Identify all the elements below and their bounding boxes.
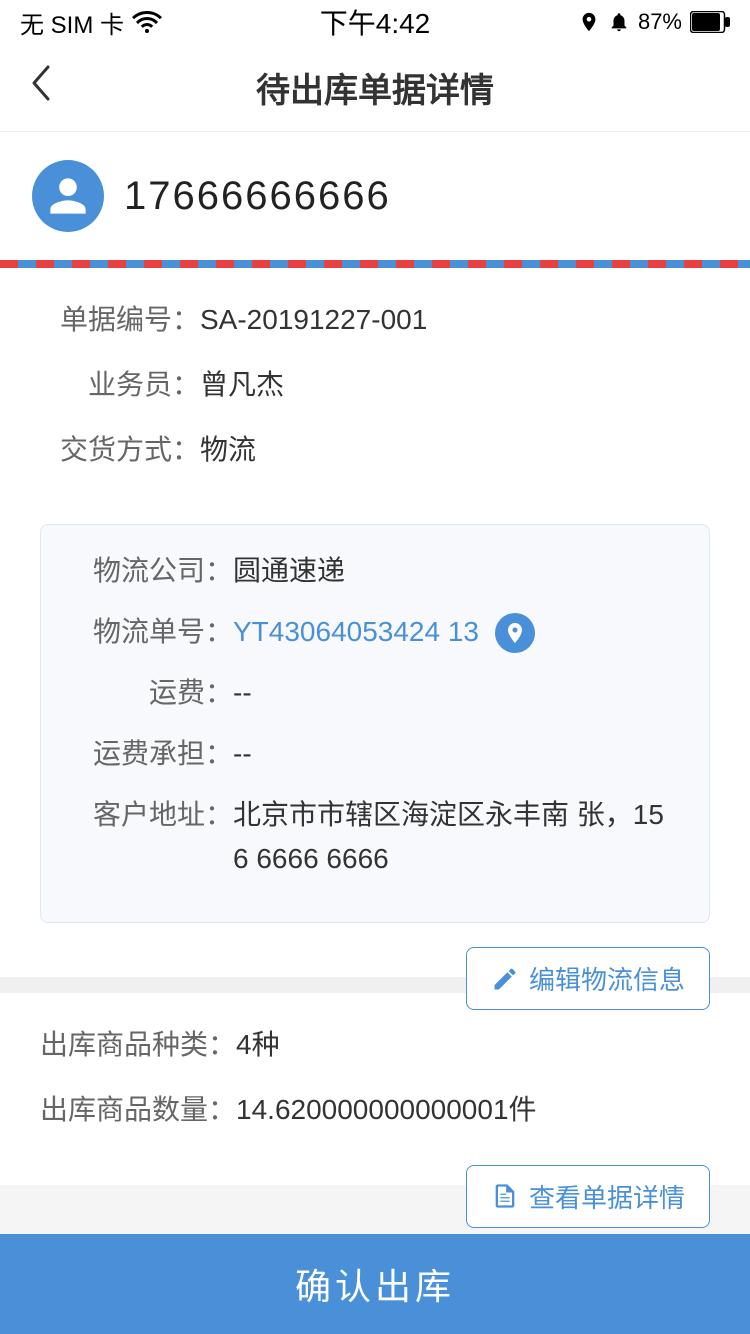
basic-info-section: 单据编号： SA-20191227-001 业务员： 曾凡杰 交货方式： 物流	[0, 268, 750, 492]
salesperson-value: 曾凡杰	[200, 363, 710, 408]
product-types-row: 出库商品种类： 4种	[40, 1023, 710, 1068]
logistics-company-value: 圆通速递	[233, 549, 677, 594]
document-icon	[491, 1182, 519, 1210]
delivery-method-row: 交货方式： 物流	[40, 428, 710, 473]
status-bar-left: 无 SIM 卡	[20, 5, 162, 40]
status-bar-right: 87%	[578, 9, 730, 35]
freight-bear-row: 运费承担： --	[73, 732, 677, 777]
confirm-btn-label: 确认出库	[295, 1258, 455, 1310]
edit-btn-container: 编辑物流信息	[40, 935, 710, 947]
view-detail-btn-container: 查看单据详情	[40, 1153, 710, 1165]
person-icon	[46, 174, 90, 218]
wifi-icon	[132, 11, 162, 33]
freight-bear-label: 运费承担：	[73, 732, 233, 777]
address-label: 客户地址：	[73, 793, 233, 838]
status-bar: 无 SIM 卡 下午4:42 87%	[0, 0, 750, 44]
page-title: 待出库单据详情	[256, 63, 494, 112]
confirm-outbound-button[interactable]: 确认出库	[0, 1234, 750, 1334]
address-value: 北京市市辖区海淀区永丰南 张，156 6666 6666	[233, 793, 677, 883]
product-qty-row: 出库商品数量： 14.620000000000001件	[40, 1088, 710, 1133]
location-status-icon	[578, 11, 600, 33]
salesperson-row: 业务员： 曾凡杰	[40, 363, 710, 408]
freight-value: --	[233, 671, 677, 716]
delivery-method-value: 物流	[200, 428, 710, 473]
salesperson-label: 业务员：	[40, 363, 200, 408]
edit-btn-label: 编辑物流信息	[529, 960, 685, 997]
carrier-text: 无 SIM 卡	[20, 5, 124, 40]
dashed-divider	[0, 260, 750, 268]
view-detail-btn-label: 查看单据详情	[529, 1178, 685, 1215]
tracking-no-value: YT43064053424 13	[233, 610, 479, 655]
nav-bar: 待出库单据详情	[0, 44, 750, 132]
document-no-row: 单据编号： SA-20191227-001	[40, 298, 710, 343]
edit-icon	[491, 965, 519, 993]
product-types-value: 4种	[236, 1023, 710, 1068]
status-bar-time: 下午4:42	[320, 2, 431, 42]
freight-bear-value: --	[233, 732, 677, 777]
map-pin-icon[interactable]	[495, 613, 535, 653]
address-row: 客户地址： 北京市市辖区海淀区永丰南 张，156 6666 6666	[73, 793, 677, 883]
battery-icon	[690, 11, 730, 33]
logistics-company-label: 物流公司：	[73, 549, 233, 594]
document-no-label: 单据编号：	[40, 298, 200, 343]
freight-label: 运费：	[73, 671, 233, 716]
user-card: 17666666666	[0, 132, 750, 260]
view-detail-button[interactable]: 查看单据详情	[466, 1165, 710, 1228]
logistics-box: 物流公司： 圆通速递 物流单号： YT43064053424 13 运费： --…	[40, 524, 710, 923]
back-button[interactable]	[28, 63, 52, 112]
tracking-no-container: YT43064053424 13	[233, 610, 535, 655]
product-qty-value: 14.620000000000001件	[236, 1088, 710, 1133]
product-qty-label: 出库商品数量：	[40, 1088, 236, 1133]
battery-text: 87%	[638, 9, 682, 35]
outbound-section: 出库商品种类： 4种 出库商品数量： 14.620000000000001件 查…	[0, 993, 750, 1185]
document-no-value: SA-20191227-001	[200, 298, 710, 343]
product-types-label: 出库商品种类：	[40, 1023, 236, 1068]
alarm-icon	[608, 11, 630, 33]
freight-row: 运费： --	[73, 671, 677, 716]
tracking-no-label: 物流单号：	[73, 610, 233, 655]
tracking-no-row: 物流单号： YT43064053424 13	[73, 610, 677, 655]
logistics-company-row: 物流公司： 圆通速递	[73, 549, 677, 594]
user-phone: 17666666666	[124, 174, 391, 219]
logistics-section: 物流公司： 圆通速递 物流单号： YT43064053424 13 运费： --…	[0, 492, 750, 977]
delivery-method-label: 交货方式：	[40, 428, 200, 473]
edit-logistics-button[interactable]: 编辑物流信息	[466, 947, 710, 1010]
avatar	[32, 160, 104, 232]
